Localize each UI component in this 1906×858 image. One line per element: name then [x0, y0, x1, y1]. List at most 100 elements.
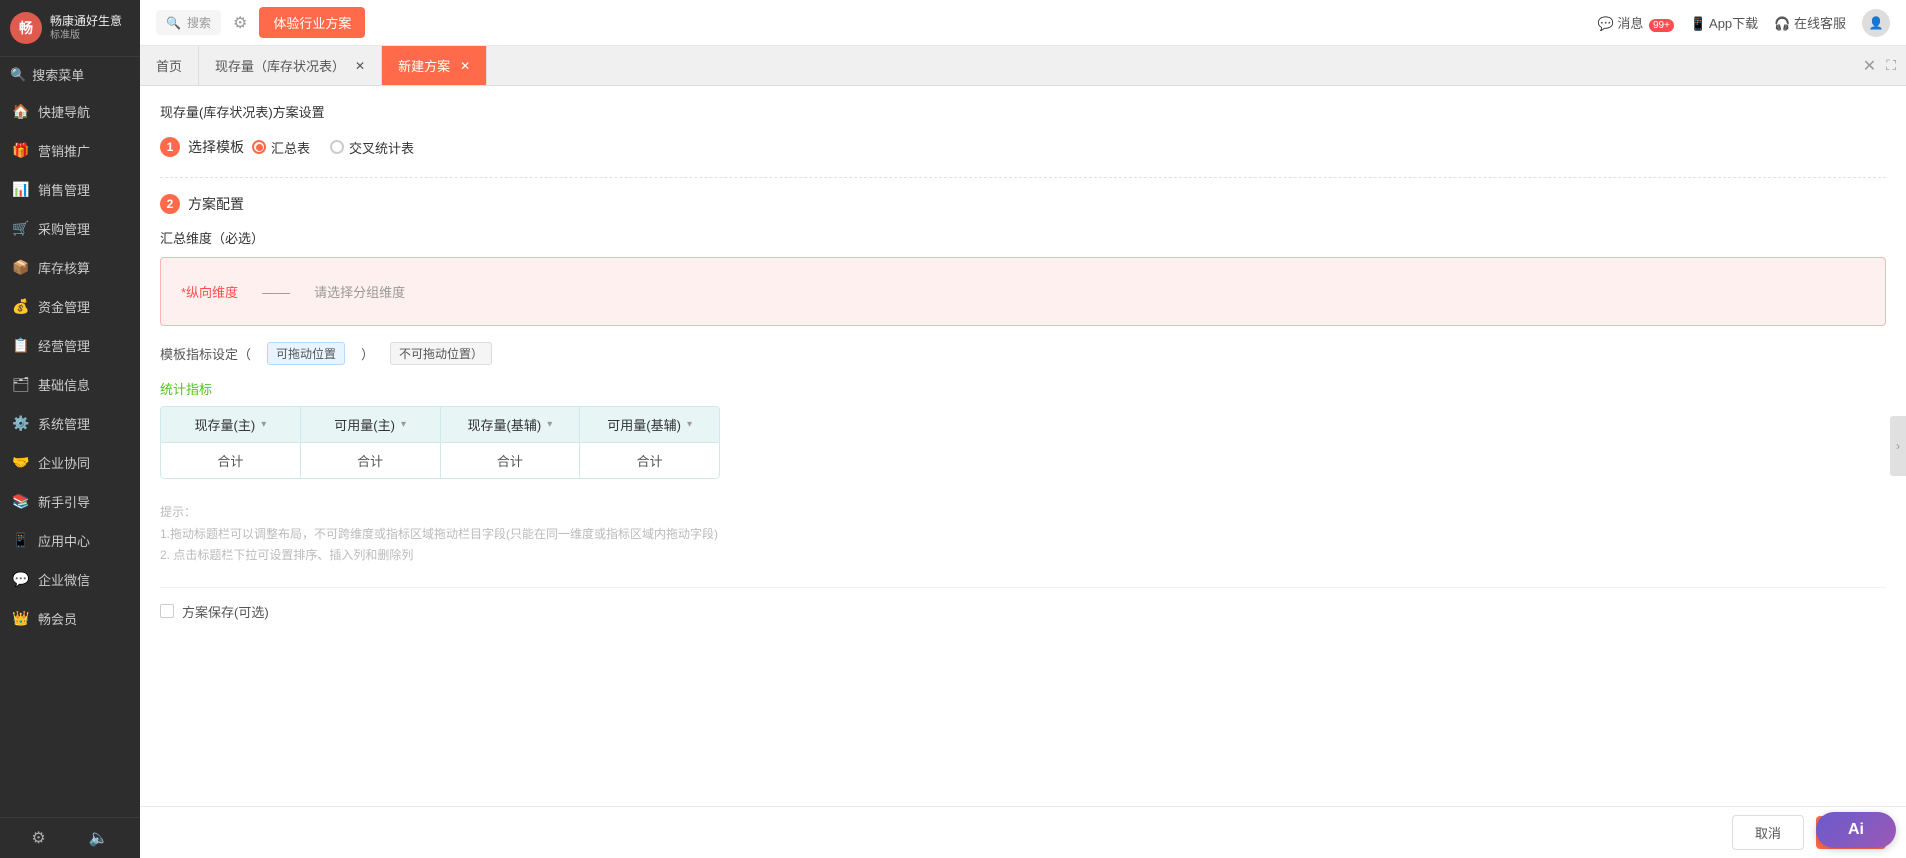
main-area: 🔍 搜索 ⚙ 体验行业方案 💬 消息 99+ 📱 App下载 🎧 在线客服 👤 — [140, 0, 1906, 858]
stat-body-col-1: 合计 — [301, 443, 441, 478]
sidebar-search[interactable]: 🔍 搜索菜单 — [0, 57, 140, 92]
sidebar-item-app-center[interactable]: 📱 应用中心 — [0, 521, 140, 560]
collapse-button[interactable]: › — [1890, 416, 1906, 476]
step1-number: 1 — [160, 137, 180, 157]
money-icon: 💰 — [12, 298, 30, 316]
tab-new-plan-close-icon[interactable]: ✕ — [460, 59, 470, 73]
step2-number: 2 — [160, 194, 180, 214]
stat-body-cell-3: 合计 — [580, 443, 719, 478]
save-checkbox[interactable] — [160, 604, 174, 618]
topbar-search-icon: 🔍 — [166, 16, 181, 30]
save-option: 方案保存(可选) — [160, 587, 1886, 635]
download-icon: 📱 — [1690, 16, 1706, 31]
cart-icon: 🛒 — [12, 220, 30, 238]
stat-col-2-header[interactable]: 现存量(基辅) ▾ — [441, 407, 580, 443]
sidebar-item-enterprise[interactable]: 🤝 企业协同 — [0, 443, 140, 482]
stat-body-cell-0: 合计 — [161, 443, 300, 478]
mobile-icon: 📱 — [12, 532, 30, 550]
sidebar-item-inventory[interactable]: 📦 库存核算 — [0, 248, 140, 287]
tab-inventory-close-icon[interactable]: ✕ — [355, 59, 365, 73]
app-name: 畅康通好生意 标准版 — [50, 13, 122, 44]
topbar-app-download[interactable]: 📱 App下载 — [1690, 13, 1758, 32]
chevron-down-icon-1: ▾ — [401, 419, 406, 430]
sidebar-nav: 🏠 快捷导航 🎁 营销推广 📊 销售管理 🛒 采购管理 📦 库存核算 💰 资金管… — [0, 92, 140, 817]
tab-inventory-status[interactable]: 现存量（库存状况表） ✕ — [199, 46, 382, 85]
chevron-down-icon-2: ▾ — [547, 419, 552, 430]
wechat-icon: 💬 — [12, 571, 30, 589]
tip-1: 2. 点击标题栏下拉可设置排序、插入列和删除列 — [160, 545, 1886, 567]
handshake-icon: 🤝 — [12, 454, 30, 472]
sidebar-item-system[interactable]: ⚙️ 系统管理 — [0, 404, 140, 443]
message-icon: 💬 — [1598, 16, 1614, 31]
sidebar-item-wechat[interactable]: 💬 企业微信 — [0, 560, 140, 599]
indicator-setting-label: 模板指标设定（ — [160, 344, 251, 363]
headset-icon: 🎧 — [1774, 16, 1790, 31]
sidebar-item-sales[interactable]: 📊 销售管理 — [0, 170, 140, 209]
content-area: 现存量(库存状况表)方案设置 1 选择模板 汇总表 交叉统计表 — [140, 86, 1906, 806]
chart-icon: 📊 — [12, 181, 30, 199]
sidebar-item-purchase[interactable]: 🛒 采购管理 — [0, 209, 140, 248]
indicator-separator: ） — [361, 344, 374, 363]
sidebar-item-member[interactable]: 👑 畅会员 — [0, 599, 140, 638]
settings-icon[interactable]: ⚙ — [31, 828, 45, 848]
speaker-icon[interactable]: 🔈 — [89, 828, 109, 848]
panel-title: 现存量(库存状况表)方案设置 — [160, 102, 1886, 121]
sidebar-item-finance[interactable]: 💰 资金管理 — [0, 287, 140, 326]
panel: 现存量(库存状况表)方案设置 1 选择模板 汇总表 交叉统计表 — [140, 86, 1906, 651]
radio-summary[interactable]: 汇总表 — [252, 138, 310, 157]
sidebar: 畅 畅康通好生意 标准版 🔍 搜索菜单 🏠 快捷导航 🎁 营销推广 📊 销售管理… — [0, 0, 140, 858]
sidebar-item-basic-info[interactable]: 🗂 基础信息 — [0, 365, 140, 404]
search-icon: 🔍 — [10, 67, 26, 83]
topbar-gear-icon[interactable]: ⚙ — [233, 13, 247, 33]
tab-bar: 首页 现存量（库存状况表） ✕ 新建方案 ✕ ✕ ⛶ — [140, 46, 1906, 86]
topbar-right: 💬 消息 99+ 📱 App下载 🎧 在线客服 👤 — [1598, 9, 1890, 37]
tip-0: 1.拖动标题栏可以调整布局，不可跨维度或指标区域拖动栏目字段(只能在同一维度或指… — [160, 524, 1886, 546]
avatar[interactable]: 👤 — [1862, 9, 1890, 37]
stat-body-col-0: 合计 — [161, 443, 301, 478]
folder-icon: 🗂 — [12, 376, 30, 394]
step2-section: 2 方案配置 汇总维度（必选） *纵向维度 —— 请选择分组维度 模板指标设定（… — [160, 194, 1886, 567]
topbar-online-service[interactable]: 🎧 在线客服 — [1774, 13, 1846, 32]
dimension-area[interactable]: *纵向维度 —— 请选择分组维度 — [160, 257, 1886, 326]
crown-icon: 👑 — [12, 610, 30, 628]
sidebar-item-quick-nav[interactable]: 🏠 快捷导航 — [0, 92, 140, 131]
dim-placeholder[interactable]: 请选择分组维度 — [314, 282, 405, 301]
stat-col-1-header[interactable]: 可用量(主) ▾ — [301, 407, 440, 443]
indicator-fixed-badge: 不可拖动位置） — [390, 342, 492, 365]
app-logo-icon: 畅 — [10, 12, 42, 44]
stat-col-0-header[interactable]: 现存量(主) ▾ — [161, 407, 300, 443]
sidebar-bottom: ⚙ 🔈 — [0, 817, 140, 858]
tab-new-plan[interactable]: 新建方案 ✕ — [382, 46, 487, 85]
dim-arrow: —— — [262, 284, 290, 300]
stat-body-col-3: 合计 — [580, 443, 719, 478]
indicator-setting: 模板指标设定（ 可拖动位置 ） 不可拖动位置） — [160, 342, 1886, 365]
topbar: 🔍 搜索 ⚙ 体验行业方案 💬 消息 99+ 📱 App下载 🎧 在线客服 👤 — [140, 0, 1906, 46]
sidebar-item-marketing[interactable]: 🎁 营销推广 — [0, 131, 140, 170]
window-expand-icon[interactable]: ⛶ — [1886, 57, 1896, 74]
stat-body-cell-2: 合计 — [441, 443, 580, 478]
topbar-search[interactable]: 🔍 搜索 — [156, 10, 221, 35]
cancel-button[interactable]: 取消 — [1732, 815, 1804, 850]
radio-cross[interactable]: 交叉统计表 — [330, 138, 414, 157]
stat-col-2: 现存量(基辅) ▾ — [441, 407, 581, 443]
chevron-down-icon-0: ▾ — [261, 419, 266, 430]
radio-cross-circle — [330, 140, 344, 154]
stat-col-3: 可用量(基辅) ▾ — [580, 407, 719, 443]
sidebar-logo: 畅 畅康通好生意 标准版 — [0, 0, 140, 57]
divider-1 — [160, 177, 1886, 178]
window-close-icon[interactable]: ✕ — [1863, 56, 1876, 76]
step2-header: 2 方案配置 — [160, 194, 1886, 214]
footer-bar: 取消 查询 — [140, 806, 1906, 858]
topbar-messages[interactable]: 💬 消息 99+ — [1598, 13, 1674, 32]
radio-summary-circle — [252, 140, 266, 154]
stat-table-body: 合计 合计 合计 合计 — [161, 443, 719, 478]
tab-home[interactable]: 首页 — [140, 46, 199, 85]
step1-header: 1 选择模板 汇总表 交叉统计表 — [160, 137, 1886, 157]
sidebar-item-operations[interactable]: 📋 经营管理 — [0, 326, 140, 365]
stat-col-3-header[interactable]: 可用量(基辅) ▾ — [580, 407, 719, 443]
topbar-left: 🔍 搜索 ⚙ 体验行业方案 — [156, 7, 365, 38]
stat-label: 统计指标 — [160, 379, 1886, 398]
sidebar-item-newbie[interactable]: 📚 新手引导 — [0, 482, 140, 521]
ai-fab-button[interactable]: Ai — [1816, 812, 1896, 848]
industry-button[interactable]: 体验行业方案 — [259, 7, 365, 38]
